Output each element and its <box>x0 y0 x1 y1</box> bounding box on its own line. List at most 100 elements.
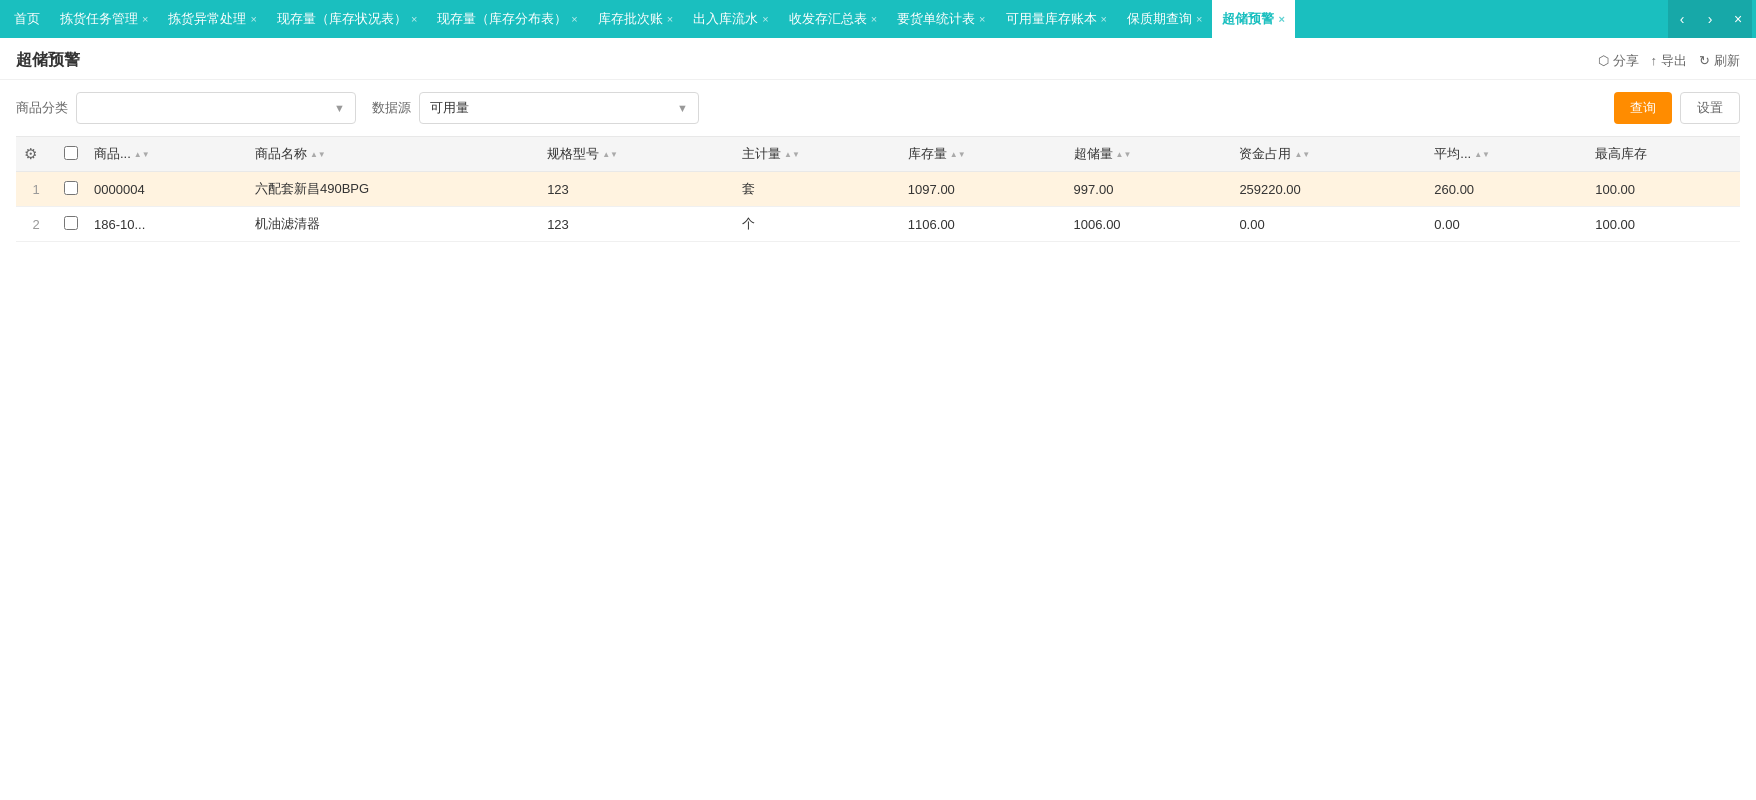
cell-capital: 259220.00 <box>1231 172 1426 207</box>
nav-tab-task-mgmt[interactable]: 拣货任务管理 × <box>50 0 158 38</box>
close-tab-collect[interactable]: × <box>871 13 877 25</box>
settings-gear-icon[interactable]: ⚙ <box>24 145 37 162</box>
sort-spec-icon: ▲▼ <box>602 150 618 159</box>
close-tab-task-mgmt[interactable]: × <box>142 13 148 25</box>
cell-max-stock: 100.00 <box>1587 172 1740 207</box>
export-action[interactable]: ↑ 导出 <box>1651 52 1688 70</box>
th-product-code[interactable]: 商品... ▲▼ <box>86 137 247 172</box>
cell-max-stock: 100.00 <box>1587 207 1740 242</box>
th-settings: ⚙ <box>16 137 56 172</box>
sort-capital-icon: ▲▼ <box>1294 150 1310 159</box>
nav-tab-available-account[interactable]: 可用量库存账本 × <box>996 0 1117 38</box>
filter-actions: 查询 设置 <box>1614 92 1740 124</box>
cell-unit: 套 <box>734 172 900 207</box>
page-content: 超储预警 ⬡ 分享 ↑ 导出 ↻ 刷新 商品分类 ▼ 数据源 <box>0 38 1756 800</box>
close-tab-available-account[interactable]: × <box>1101 13 1107 25</box>
row-num: 2 <box>16 207 56 242</box>
table-row: 2 186-10... 机油滤清器 123 个 1106.00 1006.00 … <box>16 207 1740 242</box>
cell-product-name: 六配套新昌490BPG <box>247 172 539 207</box>
nav-arrow-left[interactable]: ‹ <box>1668 0 1696 38</box>
th-spec[interactable]: 规格型号 ▲▼ <box>539 137 734 172</box>
header-actions: ⬡ 分享 ↑ 导出 ↻ 刷新 <box>1598 52 1741 70</box>
table-container: ⚙ 商品... ▲▼ 商品名称 ▲▼ <box>0 136 1756 242</box>
close-tab-batch[interactable]: × <box>667 13 673 25</box>
category-label: 商品分类 <box>16 99 68 117</box>
row-checkbox[interactable] <box>64 181 78 195</box>
cell-avg: 0.00 <box>1426 207 1587 242</box>
nav-tab-collect[interactable]: 收发存汇总表 × <box>779 0 887 38</box>
nav-arrow-close[interactable]: × <box>1724 0 1752 38</box>
th-avg[interactable]: 平均... ▲▼ <box>1426 137 1587 172</box>
datasource-select-value: 可用量 <box>430 99 469 117</box>
nav-tab-overstock-warning[interactable]: 超储预警 × <box>1212 0 1294 38</box>
cell-overstock: 997.00 <box>1066 172 1232 207</box>
th-checkbox <box>56 137 86 172</box>
cell-spec: 123 <box>539 172 734 207</box>
cell-unit: 个 <box>734 207 900 242</box>
query-button[interactable]: 查询 <box>1614 92 1672 124</box>
datasource-select[interactable]: 可用量 ▼ <box>419 92 699 124</box>
sort-inventory-icon: ▲▼ <box>950 150 966 159</box>
select-all-checkbox[interactable] <box>64 146 78 160</box>
nav-tab-abnormal[interactable]: 拣货异常处理 × <box>158 0 266 38</box>
refresh-action[interactable]: ↻ 刷新 <box>1699 52 1740 70</box>
share-action[interactable]: ⬡ 分享 <box>1598 52 1639 70</box>
top-nav: 首页 拣货任务管理 × 拣货异常处理 × 现存量（库存状况表） × 现存量（库存… <box>0 0 1756 38</box>
row-checkbox-cell <box>56 172 86 207</box>
table-row: 1 0000004 六配套新昌490BPG 123 套 1097.00 997.… <box>16 172 1740 207</box>
cell-inventory: 1106.00 <box>900 207 1066 242</box>
close-tab-quality-check[interactable]: × <box>1196 13 1202 25</box>
cell-inventory: 1097.00 <box>900 172 1066 207</box>
nav-tab-inventory-status[interactable]: 现存量（库存状况表） × <box>267 0 427 38</box>
category-select[interactable]: ▼ <box>76 92 356 124</box>
cell-capital: 0.00 <box>1231 207 1426 242</box>
th-max-stock[interactable]: 最高库存 <box>1587 137 1740 172</box>
table-header-row: ⚙ 商品... ▲▼ 商品名称 ▲▼ <box>16 137 1740 172</box>
th-product-name[interactable]: 商品名称 ▲▼ <box>247 137 539 172</box>
export-icon: ↑ <box>1651 53 1658 68</box>
nav-tab-inout-flow[interactable]: 出入库流水 × <box>683 0 778 38</box>
sort-avg-icon: ▲▼ <box>1474 150 1490 159</box>
cell-product-name: 机油滤清器 <box>247 207 539 242</box>
close-tab-overstock-warning[interactable]: × <box>1278 13 1284 25</box>
row-checkbox[interactable] <box>64 216 78 230</box>
nav-tab-inventory-dist[interactable]: 现存量（库存分布表） × <box>427 0 587 38</box>
th-unit[interactable]: 主计量 ▲▼ <box>734 137 900 172</box>
th-capital[interactable]: 资金占用 ▲▼ <box>1231 137 1426 172</box>
sort-product-code-icon: ▲▼ <box>134 150 150 159</box>
nav-tab-batch[interactable]: 库存批次账 × <box>588 0 683 38</box>
cell-spec: 123 <box>539 207 734 242</box>
row-num: 1 <box>16 172 56 207</box>
refresh-icon: ↻ <box>1699 53 1710 68</box>
nav-tab-order-stats[interactable]: 要货单统计表 × <box>887 0 995 38</box>
settings-button[interactable]: 设置 <box>1680 92 1740 124</box>
th-overstock[interactable]: 超储量 ▲▼ <box>1066 137 1232 172</box>
data-table: ⚙ 商品... ▲▼ 商品名称 ▲▼ <box>16 136 1740 242</box>
close-tab-abnormal[interactable]: × <box>250 13 256 25</box>
datasource-dropdown-icon: ▼ <box>677 102 688 114</box>
sort-unit-icon: ▲▼ <box>784 150 800 159</box>
datasource-label: 数据源 <box>372 99 411 117</box>
nav-arrows: ‹ › × <box>1668 0 1752 38</box>
category-dropdown-icon: ▼ <box>334 102 345 114</box>
table-body: 1 0000004 六配套新昌490BPG 123 套 1097.00 997.… <box>16 172 1740 242</box>
sort-overstock-icon: ▲▼ <box>1116 150 1132 159</box>
share-icon: ⬡ <box>1598 53 1609 68</box>
close-tab-inventory-dist[interactable]: × <box>571 13 577 25</box>
cell-overstock: 1006.00 <box>1066 207 1232 242</box>
cell-avg: 260.00 <box>1426 172 1587 207</box>
close-tab-inventory-status[interactable]: × <box>411 13 417 25</box>
sort-product-name-icon: ▲▼ <box>310 150 326 159</box>
close-tab-order-stats[interactable]: × <box>979 13 985 25</box>
cell-product-code: 0000004 <box>86 172 247 207</box>
nav-arrow-right[interactable]: › <box>1696 0 1724 38</box>
row-checkbox-cell <box>56 207 86 242</box>
filter-bar: 商品分类 ▼ 数据源 可用量 ▼ 查询 设置 <box>0 80 1756 136</box>
nav-tab-quality-check[interactable]: 保质期查询 × <box>1117 0 1212 38</box>
th-inventory[interactable]: 库存量 ▲▼ <box>900 137 1066 172</box>
page-header: 超储预警 ⬡ 分享 ↑ 导出 ↻ 刷新 <box>0 38 1756 80</box>
nav-tab-home[interactable]: 首页 <box>4 0 50 38</box>
page-title: 超储预警 <box>16 50 80 71</box>
datasource-filter: 数据源 可用量 ▼ <box>372 92 699 124</box>
close-tab-inout-flow[interactable]: × <box>762 13 768 25</box>
